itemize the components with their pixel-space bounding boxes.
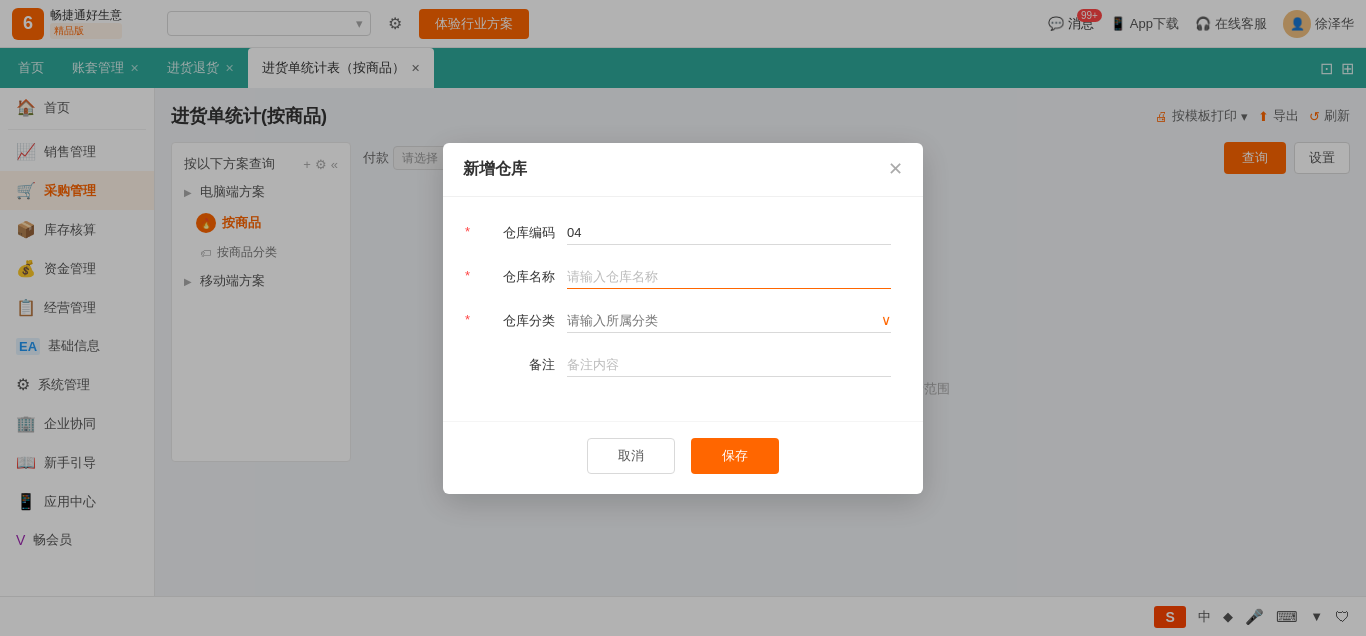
category-label: 仓库分类 [475,312,555,330]
form-row-name: 仓库名称 [475,265,891,289]
note-label: 备注 [475,356,555,374]
form-row-category: 仓库分类 ∨ [475,309,891,333]
warehouse-code-input[interactable] [567,221,891,245]
warehouse-note-input[interactable] [567,353,891,377]
category-input[interactable] [567,309,881,332]
modal-overlay[interactable]: 新增仓库 ✕ 仓库编码 仓库名称 仓库分类 ∨ 备注 [0,0,1366,636]
name-label: 仓库名称 [475,268,555,286]
warehouse-name-input[interactable] [567,265,891,289]
code-label: 仓库编码 [475,224,555,242]
modal-title: 新增仓库 [463,159,527,180]
modal-body: 仓库编码 仓库名称 仓库分类 ∨ 备注 [443,197,923,421]
modal-close-btn[interactable]: ✕ [888,160,903,178]
save-button[interactable]: 保存 [691,438,779,474]
cancel-button[interactable]: 取消 [587,438,675,474]
category-select-wrap[interactable]: ∨ [567,309,891,333]
category-dropdown-arrow: ∨ [881,312,891,328]
new-warehouse-modal: 新增仓库 ✕ 仓库编码 仓库名称 仓库分类 ∨ 备注 [443,143,923,494]
form-row-note: 备注 [475,353,891,377]
modal-footer: 取消 保存 [443,421,923,494]
modal-header: 新增仓库 ✕ [443,143,923,197]
form-row-code: 仓库编码 [475,221,891,245]
